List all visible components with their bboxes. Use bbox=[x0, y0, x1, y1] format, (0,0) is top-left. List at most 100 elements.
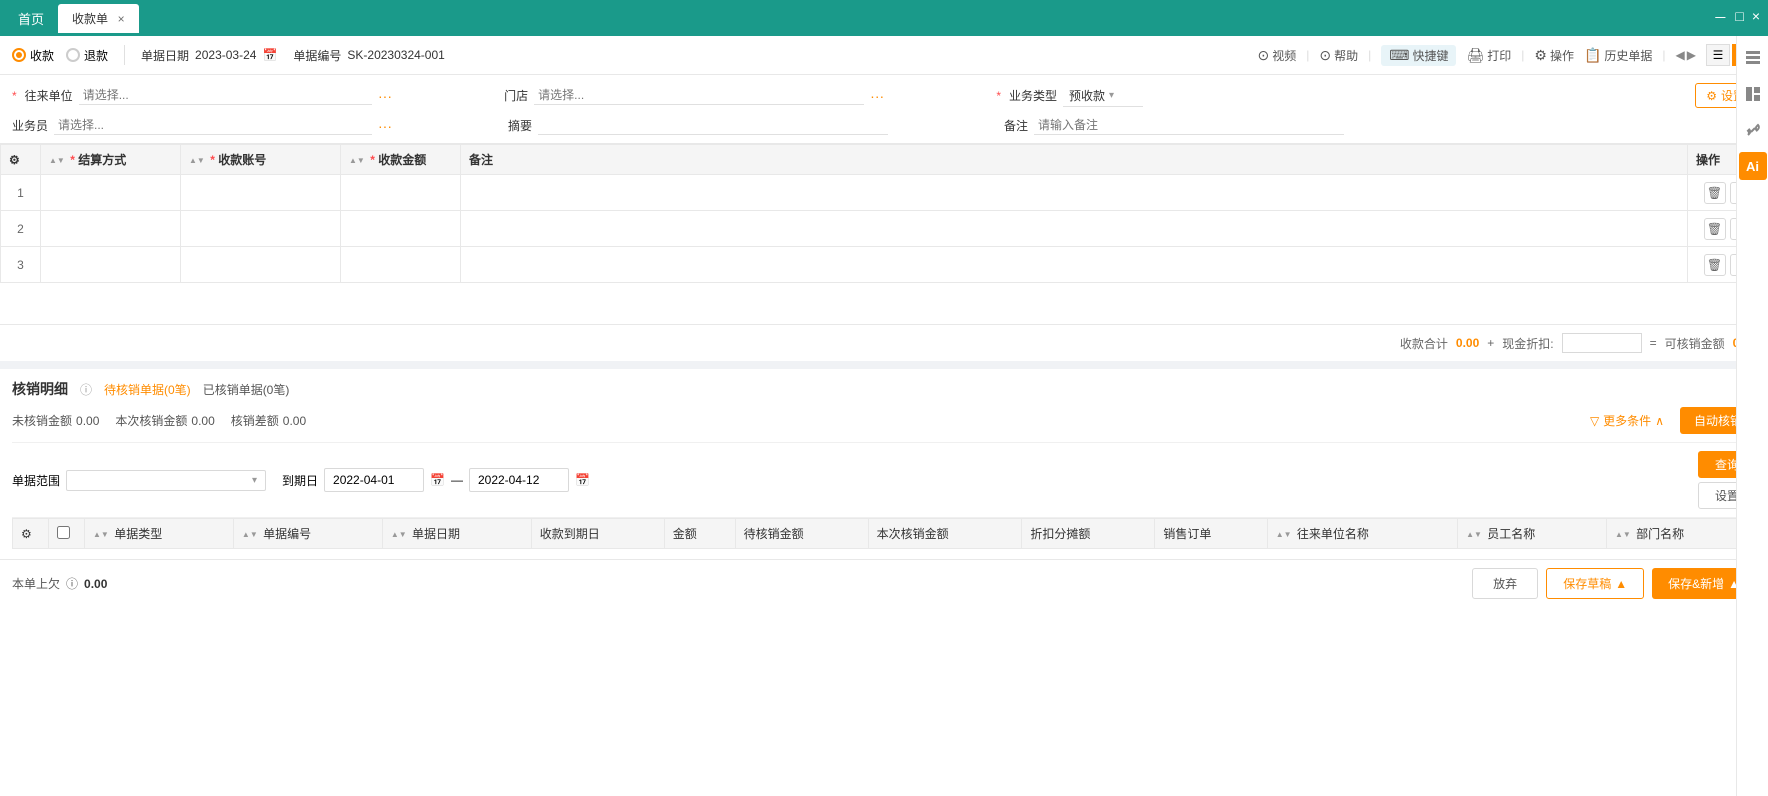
tab-active[interactable]: 收款单 × bbox=[58, 4, 139, 33]
number-value: SK-20230324-001 bbox=[347, 48, 444, 62]
staff-input[interactable] bbox=[54, 116, 372, 135]
toolbar-row: 收款 退款 单据日期 2023-03-24 📅 单据编号 SK-20230324… bbox=[0, 36, 1768, 75]
form-row-2: 业务员 ··· 摘要 备注 bbox=[12, 116, 1756, 135]
print-action[interactable]: 🖨 打印 bbox=[1466, 47, 1511, 64]
draft-btn[interactable]: 保存草稿 ▲ bbox=[1546, 568, 1644, 599]
calendar-start-icon[interactable]: 📅 bbox=[430, 473, 445, 487]
sidebar-preview-icon[interactable] bbox=[1739, 80, 1767, 108]
date-field: 单据日期 2023-03-24 📅 bbox=[141, 47, 277, 64]
staff-field: 业务员 ··· bbox=[12, 116, 392, 135]
store-input[interactable] bbox=[534, 86, 864, 105]
summary-field: 摘要 bbox=[508, 116, 888, 135]
tab-close-icon[interactable]: × bbox=[118, 12, 125, 26]
list-view-btn[interactable]: ☰ bbox=[1706, 44, 1730, 66]
remark-cell-2[interactable] bbox=[461, 211, 1688, 247]
divider bbox=[124, 45, 125, 65]
col-pending-header: 待核销金额 bbox=[735, 519, 868, 549]
this-cancel-value: 0.00 bbox=[191, 414, 214, 428]
discount-input[interactable] bbox=[1562, 333, 1642, 353]
draft-chevron-icon: ▲ bbox=[1615, 577, 1627, 591]
pending-cancel-tab[interactable]: 待核销单据(0笔) bbox=[104, 381, 191, 398]
staff-more-icon[interactable]: ··· bbox=[378, 118, 392, 134]
hexiao-info-icon: ⓘ bbox=[80, 381, 92, 398]
partner-more-icon[interactable]: ··· bbox=[378, 88, 392, 104]
remark-cell-3[interactable] bbox=[461, 247, 1688, 283]
prev-arrow[interactable]: ◀ bbox=[1676, 48, 1685, 62]
range-filter: 单据范围 ▾ bbox=[12, 470, 266, 491]
biz-type-select[interactable]: 预收款 ▾ bbox=[1063, 85, 1143, 107]
delete-row-2-btn[interactable]: 🗑 bbox=[1704, 218, 1726, 240]
chevron-up-icon: ∧ bbox=[1655, 414, 1664, 428]
more-conditions-btn[interactable]: ▽ 更多条件 ∧ bbox=[1590, 412, 1664, 429]
col-store-header: ▲▼ 部门名称 bbox=[1606, 519, 1755, 549]
amount-cell-1[interactable] bbox=[341, 175, 461, 211]
col-amount-header-b: 金额 bbox=[664, 519, 735, 549]
minimize-icon[interactable]: － bbox=[1713, 8, 1727, 28]
help-action[interactable]: ⊙ 帮助 bbox=[1319, 47, 1358, 64]
account-cell-2[interactable] bbox=[181, 211, 341, 247]
date-start-input[interactable] bbox=[324, 468, 424, 492]
toolbar-actions: ⊙ 视频 | ⊙ 帮助 | ⌨ 快捷键 🖨 打印 | ⚙ 操作 bbox=[1257, 44, 1756, 66]
chevron-down-icon: ▾ bbox=[1109, 90, 1114, 101]
col-checkbox[interactable] bbox=[49, 519, 85, 549]
history-action[interactable]: 📋 历史单据 bbox=[1584, 47, 1652, 64]
radio-collect[interactable]: 收款 bbox=[12, 47, 54, 64]
amount-cell-2[interactable] bbox=[341, 211, 461, 247]
col-account-header: ▲▼ 收款账号 bbox=[181, 145, 341, 175]
nav-arrows: ◀ ▶ bbox=[1676, 48, 1696, 62]
account-cell-3[interactable] bbox=[181, 247, 341, 283]
main-table: ⚙ ▲▼ 结算方式 ▲▼ 收款账号 ▲▼ 收款金额 备注 bbox=[0, 144, 1768, 283]
delete-row-1-btn[interactable]: 🗑 bbox=[1704, 182, 1726, 204]
right-sidebar: Ai bbox=[1736, 36, 1768, 796]
store-field: 门店 ··· bbox=[504, 86, 884, 105]
date-end-input[interactable] bbox=[469, 468, 569, 492]
close-window-icon[interactable]: × bbox=[1752, 8, 1760, 28]
col-date-header: ▲▼ 单据日期 bbox=[382, 519, 531, 549]
col-remark-header: 备注 bbox=[461, 145, 1688, 175]
diff-stat: 核销差额 0.00 bbox=[231, 412, 306, 429]
col-settings-header[interactable]: ⚙ bbox=[1, 145, 41, 175]
abandon-btn[interactable]: 放弃 bbox=[1472, 568, 1538, 599]
account-cell-1[interactable] bbox=[181, 175, 341, 211]
window-controls: － □ × bbox=[1713, 8, 1760, 28]
sidebar-ai-icon[interactable]: Ai bbox=[1739, 152, 1767, 180]
col-due-date-header: 收款到期日 bbox=[531, 519, 664, 549]
table-row: 3 🗑 ⧉ bbox=[1, 247, 1768, 283]
sidebar-table-icon[interactable] bbox=[1739, 44, 1767, 72]
settlement-cell-3[interactable] bbox=[41, 247, 181, 283]
delete-row-3-btn[interactable]: 🗑 bbox=[1704, 254, 1726, 276]
calendar-end-icon[interactable]: 📅 bbox=[575, 473, 590, 487]
next-arrow[interactable]: ▶ bbox=[1687, 48, 1696, 62]
calendar-icon[interactable]: 📅 bbox=[262, 48, 277, 62]
summary-input[interactable] bbox=[538, 116, 888, 135]
video-action[interactable]: ⊙ 视频 bbox=[1257, 47, 1296, 64]
date-value: 2023-03-24 bbox=[195, 48, 256, 62]
maximize-icon[interactable]: □ bbox=[1735, 8, 1743, 28]
remark-cell-1[interactable] bbox=[461, 175, 1688, 211]
store-more-icon[interactable]: ··· bbox=[870, 88, 884, 104]
radio-return[interactable]: 退款 bbox=[66, 47, 108, 64]
sidebar-link-icon[interactable] bbox=[1739, 116, 1767, 144]
range-select[interactable]: ▾ bbox=[66, 470, 266, 491]
operate-action[interactable]: ⚙ 操作 bbox=[1534, 47, 1574, 64]
form-section: * 往来单位 ··· 门店 ··· * 业务类型 预收款 ▾ bbox=[0, 75, 1768, 144]
tab-bar: 首页 收款单 × － □ × bbox=[0, 0, 1768, 36]
col-settings-bottom[interactable]: ⚙ bbox=[13, 519, 49, 549]
select-all-checkbox[interactable] bbox=[57, 526, 70, 539]
col-type-header: ▲▼ 单据类型 bbox=[85, 519, 234, 549]
settlement-cell-2[interactable] bbox=[41, 211, 181, 247]
filter-row: 单据范围 ▾ 到期日 📅 — 📅 查询 设置 bbox=[12, 442, 1756, 518]
footer-bar: 本单上欠 ⓘ 0.00 放弃 保存草稿 ▲ 保存&新增 ▲ bbox=[0, 559, 1768, 607]
diff-value: 0.00 bbox=[283, 414, 306, 428]
done-cancel-tab[interactable]: 已核销单据(0笔) bbox=[203, 381, 290, 398]
settlement-cell-1[interactable] bbox=[41, 175, 181, 211]
video-icon: ⊙ bbox=[1257, 47, 1269, 64]
keyboard-icon: ⌨ bbox=[1389, 47, 1409, 64]
number-field: 单据编号 SK-20230324-001 bbox=[293, 47, 444, 64]
partner-input[interactable] bbox=[79, 86, 372, 105]
amount-cell-3[interactable] bbox=[341, 247, 461, 283]
total-label: 收款合计 bbox=[1400, 335, 1448, 352]
tab-home[interactable]: 首页 bbox=[8, 3, 54, 34]
shortcut-action[interactable]: ⌨ 快捷键 bbox=[1381, 45, 1456, 66]
remark-input[interactable] bbox=[1034, 116, 1344, 135]
